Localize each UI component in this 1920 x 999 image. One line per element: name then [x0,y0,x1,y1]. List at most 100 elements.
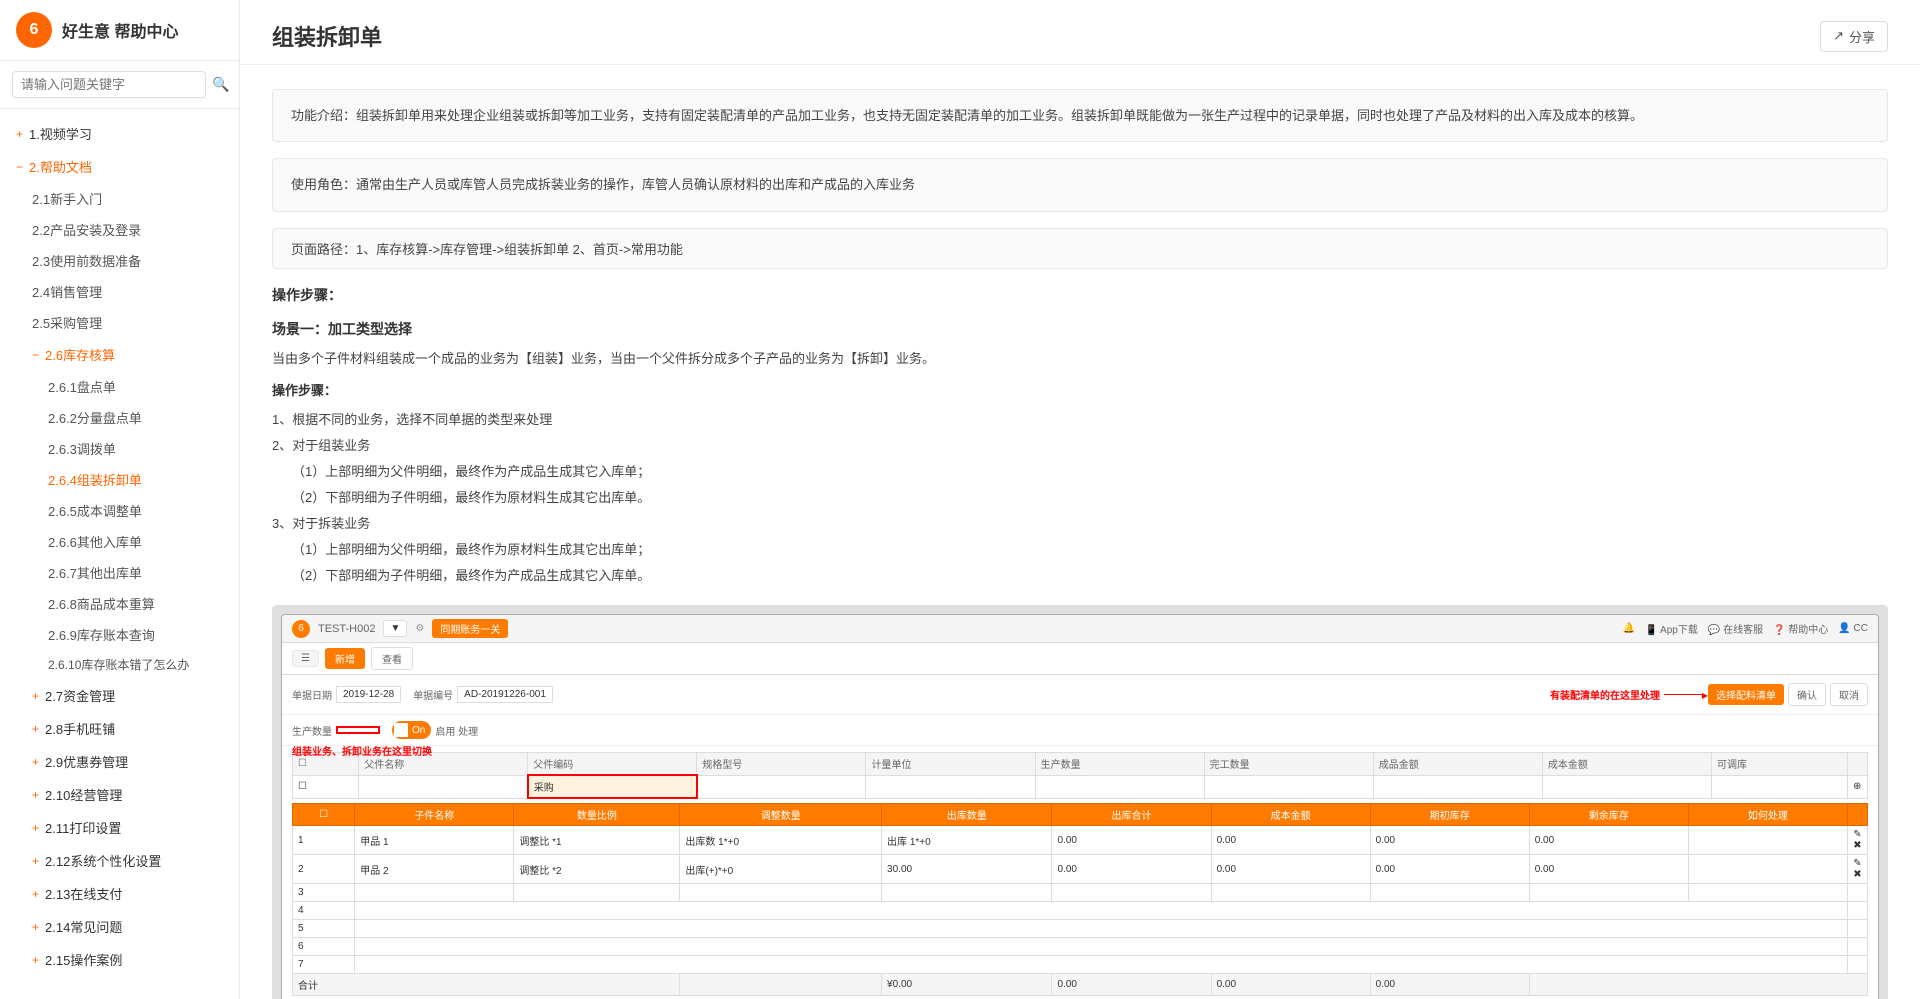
td-c4-act[interactable] [1848,902,1868,920]
confirm-btn[interactable]: 确认 [1788,683,1826,706]
minus-icon-26: − [32,348,39,362]
td-c2-act[interactable]: ✎ ✖ [1848,855,1868,884]
child-row-5: 5 [293,920,1868,938]
app-dropdown[interactable]: ▼ [383,620,407,637]
toggle-switch[interactable]: On [392,721,431,739]
search-bar: 🔍 [0,61,239,109]
nav-item-helpdoc-header[interactable]: − 2.帮助文档 [0,150,239,183]
nav-item-28-header[interactable]: + 2.8手机旺铺 [0,712,239,745]
td-c1-cost: 0.00 [1211,826,1370,855]
td-c4-check[interactable]: 4 [293,902,355,920]
table-area: ☐ 父件名称 父件编码 规格型号 计量单位 生产数量 完工数量 成品金额 成本金… [282,746,1878,999]
nav-sub-item-269[interactable]: 2.6.9库存账本查询 [0,619,239,650]
select-bom-btn[interactable]: 选择配料清单 [1708,684,1784,705]
child-row-3: 3 [293,884,1868,902]
td-c1-check[interactable]: 1 [293,826,355,855]
plus-icon-214: + [32,920,39,934]
td-code-highlight[interactable]: 采购 [528,775,697,798]
form-date-value[interactable]: 2019-12-28 [336,686,401,703]
td-c5-act[interactable] [1848,920,1868,938]
nav-sub-item-268[interactable]: 2.6.8商品成本重算 [0,588,239,619]
td-c7-act[interactable] [1848,956,1868,974]
qty-input-highlight[interactable] [336,726,380,734]
nav-sub-item-262[interactable]: 2.6.2分量盘点单 [0,402,239,433]
td-c4-empty [355,902,1848,920]
main-content: 组装拆卸单 ↗ 分享 功能介绍：组装拆卸单用来处理企业组装或拆卸等加工业务，支持… [240,0,1920,999]
nav-sub-item-265[interactable]: 2.6.5成本调整单 [0,495,239,526]
td-c3-act[interactable] [1848,884,1868,902]
sidebar-header: 6 好生意 帮助中心 [0,0,239,61]
td-c2-check[interactable]: 2 [293,855,355,884]
bell-icon: 🔔 [1623,623,1635,634]
nav-item-29-header[interactable]: + 2.9优惠券管理 [0,745,239,778]
td-pamount [1373,775,1542,798]
nav-sub-item-2610[interactable]: 2.6.10库存账本错了怎么办 [0,650,239,679]
cancel-form-btn[interactable]: 取消 [1830,683,1868,706]
sidebar: 6 好生意 帮助中心 🔍 + 1.视频学习 − 2.帮助文档 2.1新手入门 2… [0,0,240,999]
nav-item-video-header[interactable]: + 1.视频学习 [0,117,239,150]
content-body: 功能介绍：组装拆卸单用来处理企业组装或拆卸等加工业务，支持有固定装配清单的产品加… [240,65,1920,999]
nav-sub-list-26: 2.6.1盘点单 2.6.2分量盘点单 2.6.3调拨单 2.6.4组装拆卸单 … [0,371,239,679]
td-c5-check[interactable]: 5 [293,920,355,938]
td-c6-check[interactable]: 6 [293,938,355,956]
nav-item-212-header[interactable]: + 2.12系统个性化设置 [0,844,239,877]
nav-item-210-header[interactable]: + 2.10经营管理 [0,778,239,811]
nav-sub-item-267[interactable]: 2.6.7其他出库单 [0,557,239,588]
quantity-area: 生产数量 [292,723,380,738]
td-c3-total [1052,884,1211,902]
nav-item-213-header[interactable]: + 2.13在线支付 [0,877,239,910]
step2: 2、对于组装业务 [272,433,1888,459]
td-c1-act[interactable]: ✎ ✖ [1848,826,1868,855]
plus-icon-212: + [32,854,39,868]
th-child-name: 子件名称 [355,804,514,826]
nav-sub-item-22[interactable]: 2.2产品安装及登录 [0,214,239,245]
step3-sub1: （1）上部明细为父件明细，最终作为原材料生成其它出库单； [292,537,1888,563]
td-action[interactable]: ⊕ [1848,775,1868,798]
td-c2-remain: 0.00 [1529,855,1688,884]
app-nav-icon[interactable]: ☰ [292,650,319,667]
nav-label-29: 2.9优惠券管理 [45,752,128,771]
app-period-btn[interactable]: 同期账务一关 [432,619,508,638]
app-tab-new[interactable]: 新增 [325,648,365,669]
td-c7-check[interactable]: 7 [293,956,355,974]
nav-sub-item-24[interactable]: 2.4销售管理 [0,276,239,307]
nav-item-27-header[interactable]: + 2.7资金管理 [0,679,239,712]
td-check[interactable]: ☐ [293,775,359,798]
nav-sub-item-261[interactable]: 2.6.1盘点单 [0,371,239,402]
th-unit: 计量单位 [866,753,1035,776]
service-icon: 💬 在线客服 [1708,621,1763,636]
step2-sub2: （2）下部明细为子件明细，最终作为原材料生成其它出库单。 [292,485,1888,511]
nav-label-video: 1.视频学习 [29,124,92,143]
td-c1-adj: 出库数 1*+0 [680,826,882,855]
nav-item-214-header[interactable]: + 2.14常见问题 [0,910,239,943]
tf-end [1529,974,1867,996]
nav-item-211-header[interactable]: + 2.11打印设置 [0,811,239,844]
nav-sub-item-264[interactable]: 2.6.4组装拆卸单 [0,464,239,495]
logo-text: 好生意 帮助中心 [62,18,178,42]
qty-label: 生产数量 [292,723,332,738]
td-c5-empty [355,920,1848,938]
nav-item-26-header[interactable]: − 2.6库存核算 [0,338,239,371]
td-c1-ratio: 调整比 *1 [514,826,680,855]
nav-label-26: 2.6库存核算 [45,345,115,364]
share-button[interactable]: ↗ 分享 [1820,21,1888,52]
nav-sub-item-263[interactable]: 2.6.3调拨单 [0,433,239,464]
td-c1-handle [1688,826,1847,855]
share-label: 分享 [1849,27,1875,46]
scenario1-desc: 当由多个子件材料组装成一个成品的业务为【组装】业务，当由一个父件拆分成多个子产品… [272,347,1888,370]
search-input[interactable] [12,71,206,98]
td-c6-act[interactable] [1848,938,1868,956]
nav-item-215-header[interactable]: + 2.15操作案例 [0,943,239,976]
form-num-value[interactable]: AD-20191226-001 [457,686,553,703]
app-tab-view[interactable]: 查看 [371,647,413,670]
nav-sub-item-25[interactable]: 2.5采购管理 [0,307,239,338]
nav-sub-item-23[interactable]: 2.3使用前数据准备 [0,245,239,276]
nav-sub-item-21[interactable]: 2.1新手入门 [0,183,239,214]
td-c1-out: 出库 1*+0 [882,826,1052,855]
td-c3-name [355,884,514,902]
td-c2-handle [1688,855,1847,884]
toggle-desc: 启用 处理 [435,723,478,738]
td-c3-check[interactable]: 3 [293,884,355,902]
nav-sub-item-266[interactable]: 2.6.6其他入库单 [0,526,239,557]
search-button[interactable]: 🔍 [212,76,229,93]
